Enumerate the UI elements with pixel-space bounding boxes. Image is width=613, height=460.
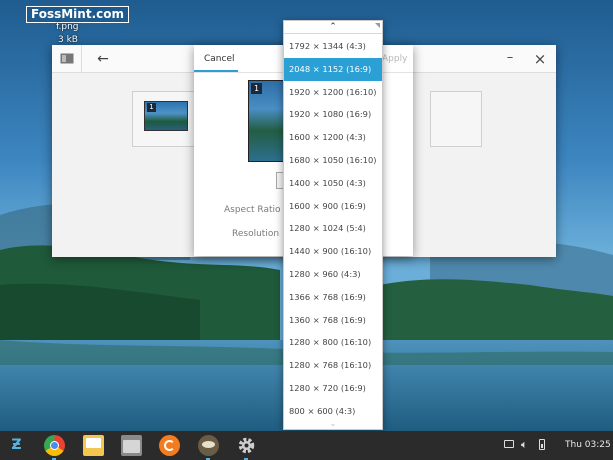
- resolution-option[interactable]: 1280 × 800 (16:10): [284, 331, 382, 354]
- resolution-dropdown-menu[interactable]: ⌃ 1792 × 1344 (4:3) 2048 × 1152 (16:9) 192…: [283, 20, 383, 430]
- software-icon[interactable]: [159, 435, 180, 456]
- chrome-icon[interactable]: [44, 435, 65, 456]
- monitor-number-badge: 1: [251, 83, 262, 94]
- monitor-panel: [430, 91, 482, 147]
- resolution-option[interactable]: 1600 × 1200 (4:3): [284, 126, 382, 149]
- sidebar-icon: [60, 53, 74, 64]
- resolution-option[interactable]: 1280 × 768 (16:10): [284, 354, 382, 377]
- resolution-option[interactable]: 1280 × 720 (16:9): [284, 377, 382, 400]
- minimize-button[interactable]: –: [500, 45, 520, 73]
- resolution-option[interactable]: 1600 × 900 (16:9): [284, 195, 382, 218]
- desktop-file-size: 3 kB: [58, 35, 78, 45]
- resolution-option[interactable]: 1920 × 1200 (16:10): [284, 81, 382, 104]
- resolution-label: Resolution: [232, 229, 280, 239]
- display-icon[interactable]: [504, 440, 514, 448]
- resolution-option[interactable]: 1440 × 900 (16:10): [284, 240, 382, 263]
- menu-divider: [284, 33, 382, 34]
- close-icon: ×: [533, 50, 547, 68]
- files-icon[interactable]: [121, 435, 142, 456]
- resolution-option[interactable]: 1920 × 1080 (16:9): [284, 103, 382, 126]
- resolution-option[interactable]: 1280 × 1024 (5:4): [284, 217, 382, 240]
- gimp-icon[interactable]: [198, 435, 219, 456]
- settings-icon[interactable]: [236, 435, 257, 456]
- clock[interactable]: Thu 03:25: [565, 431, 611, 460]
- resolution-option[interactable]: 1400 × 1050 (4:3): [284, 172, 382, 195]
- resolution-option[interactable]: 1792 × 1344 (4:3): [284, 35, 382, 58]
- back-arrow-icon: ←: [97, 51, 109, 67]
- resolution-option[interactable]: 2048 × 1152 (16:9): [284, 57, 382, 81]
- volume-icon[interactable]: 🔈︎: [521, 437, 528, 453]
- resolution-option[interactable]: 1366 × 768 (16:9): [284, 286, 382, 309]
- mail-icon[interactable]: [83, 435, 104, 456]
- cancel-focus-underline: [194, 70, 238, 72]
- resolution-option[interactable]: 1360 × 768 (16:9): [284, 309, 382, 332]
- monitor-number-badge: 1: [147, 103, 156, 112]
- cancel-button[interactable]: Cancel: [204, 45, 235, 73]
- resize-grip-icon: [375, 23, 380, 28]
- battery-icon[interactable]: [539, 439, 545, 450]
- minimize-icon: –: [506, 50, 514, 65]
- scroll-up-arrow-icon[interactable]: ⌃: [284, 21, 382, 33]
- desktop-file-name[interactable]: f.png: [56, 22, 79, 32]
- aspect-ratio-label: Aspect Ratio: [224, 205, 281, 215]
- monitor-thumbnail[interactable]: 1: [144, 101, 188, 131]
- resolution-option[interactable]: 1680 × 1050 (16:10): [284, 149, 382, 172]
- zorin-menu-icon[interactable]: Ƶ: [6, 435, 27, 456]
- scroll-down-arrow-icon[interactable]: ⌄: [284, 419, 382, 429]
- watermark-logo: FossMint.com: [26, 6, 129, 23]
- monitor-arrangement[interactable]: 1: [132, 91, 196, 147]
- sidebar-toggle-button[interactable]: [52, 45, 82, 73]
- taskbar: Ƶ 🔈︎ Thu 03:25: [0, 431, 613, 460]
- back-button[interactable]: ←: [90, 45, 116, 73]
- apply-button[interactable]: Apply: [382, 45, 407, 73]
- gear-icon: [238, 437, 255, 454]
- close-button[interactable]: ×: [530, 45, 550, 73]
- resolution-option[interactable]: 1280 × 960 (4:3): [284, 263, 382, 286]
